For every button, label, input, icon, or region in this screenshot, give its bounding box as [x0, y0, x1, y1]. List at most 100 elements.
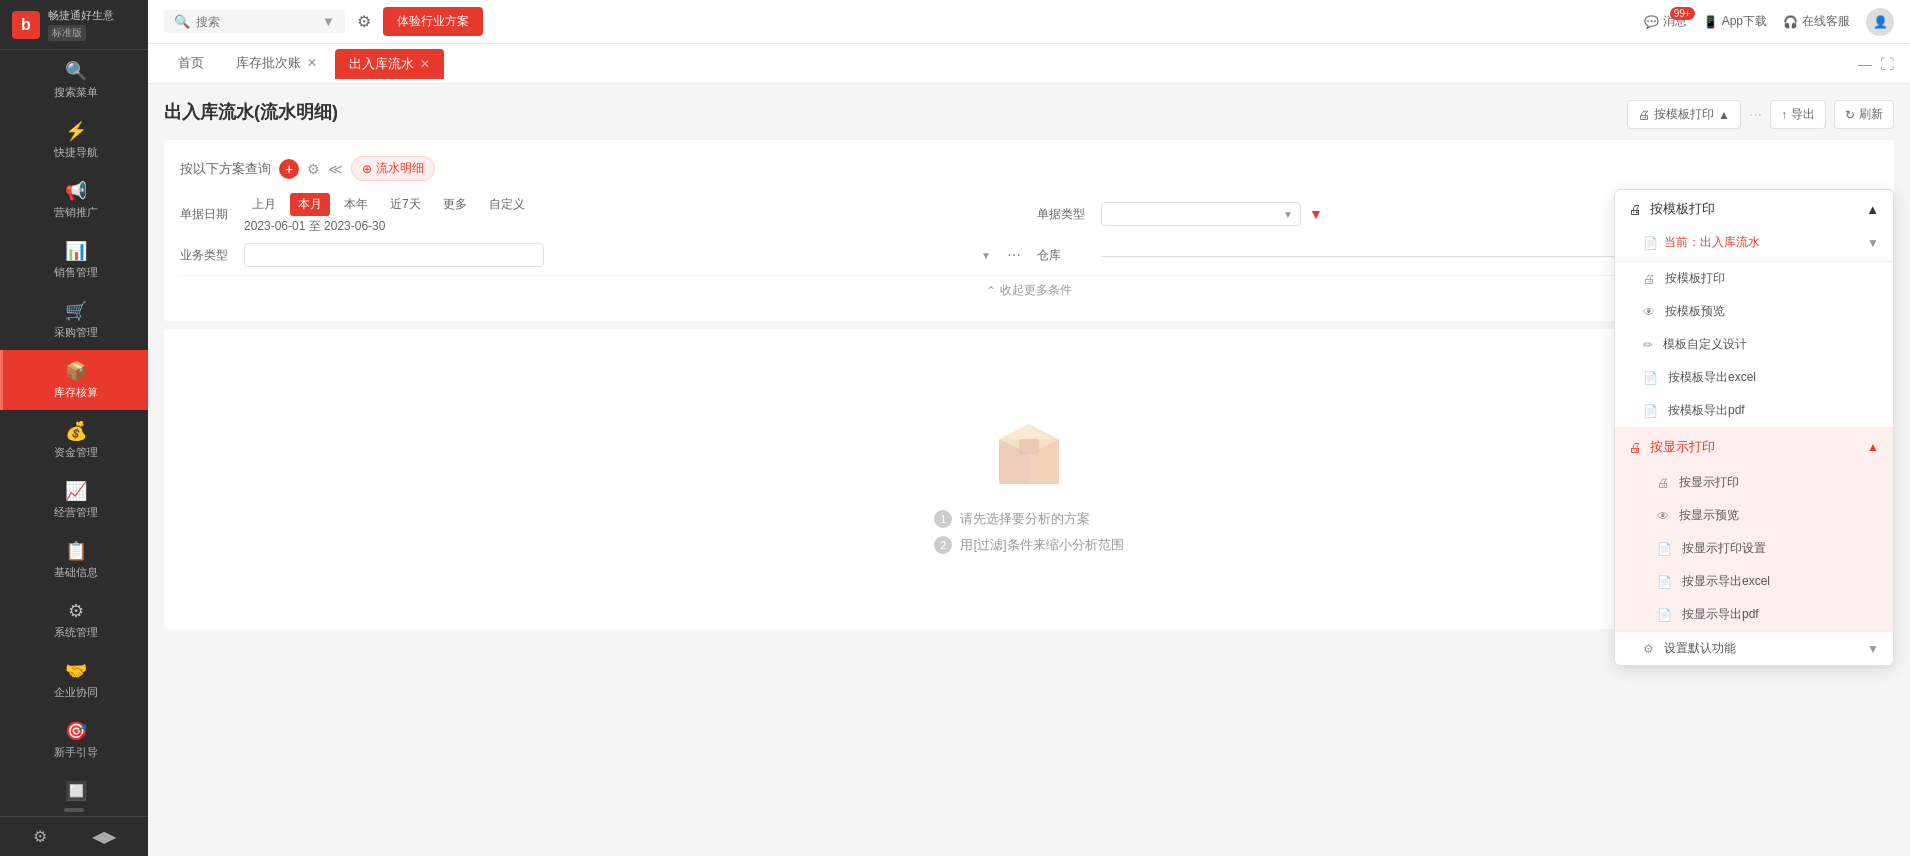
biz-label: 业务类型 [180, 247, 236, 264]
operations-icon: 📈 [65, 480, 87, 502]
dropdown-item-template-custom[interactable]: ✏ 模板自定义设计 [1615, 328, 1893, 361]
sidebar-item-basic[interactable]: 📋 基础信息 [0, 530, 148, 590]
sidebar-item-shortcut[interactable]: ⚡ 快捷导航 [0, 110, 148, 170]
dropdown-item-display-print[interactable]: 🖨 按显示打印 [1615, 466, 1893, 499]
dropdown-item-template-print[interactable]: 🖨 按模板打印 [1615, 262, 1893, 295]
sidebar-nav: 🔍 搜索菜单 ⚡ 快捷导航 📢 营销推广 📊 销售管理 🛒 采购管理 📦 [0, 50, 148, 804]
tab-minimize-icon[interactable]: — [1858, 56, 1872, 72]
tab-batch-close[interactable]: ✕ [307, 56, 317, 70]
display-print-icon: 🖨 [1657, 476, 1669, 490]
date-last-month-btn[interactable]: 上月 [244, 193, 284, 216]
page-actions: 🖨 按模板打印 ▲ ⋯ ↑ 导出 ↻ 刷新 [1627, 100, 1894, 129]
system-icon: ⚙ [68, 600, 84, 622]
sidebar-item-guide[interactable]: 🎯 新手引导 [0, 710, 148, 770]
app-version: 标准版 [48, 25, 86, 41]
sidebar-item-purchase[interactable]: 🛒 采购管理 [0, 290, 148, 350]
type-select-wrap[interactable] [1101, 202, 1301, 226]
main-area: 🔍 ▼ ⚙ 体验行业方案 💬 消息 99+ 📱 App下载 🎧 [148, 0, 1910, 856]
filter-add-btn[interactable]: + [279, 159, 299, 179]
more-icon[interactable]: ⋯ [1749, 107, 1762, 122]
tab-flow-close[interactable]: ✕ [420, 57, 430, 71]
sidebar-item-marketing[interactable]: 📢 营销推广 [0, 170, 148, 230]
inventory-icon: 📦 [65, 360, 87, 382]
sidebar-item-label: 采购管理 [54, 325, 98, 340]
refresh-btn[interactable]: ↻ 刷新 [1834, 100, 1894, 129]
tab-flow[interactable]: 出入库流水 ✕ [335, 49, 444, 79]
dropdown-item-display-excel[interactable]: 📄 按显示导出excel [1615, 565, 1893, 598]
date-custom-btn[interactable]: 自定义 [481, 193, 533, 216]
download-icon: 📱 [1703, 15, 1718, 29]
user-avatar[interactable]: 👤 [1866, 8, 1894, 36]
date-this-month-btn[interactable]: 本月 [290, 193, 330, 216]
dropdown-item-template-preview[interactable]: 👁 按模板预览 [1615, 295, 1893, 328]
dropdown-item-display-print-settings[interactable]: 📄 按显示打印设置 [1615, 532, 1893, 565]
export-btn[interactable]: ↑ 导出 [1770, 100, 1826, 129]
marketing-icon: 📢 [65, 180, 87, 202]
tab-bar: 首页 库存批次账 ✕ 出入库流水 ✕ — ⛶ [148, 44, 1910, 84]
sidebar-item-label: 库存核算 [54, 385, 98, 400]
hint-num-2: 2 [934, 536, 952, 554]
tab-home[interactable]: 首页 [164, 48, 218, 80]
tab-batch[interactable]: 库存批次账 ✕ [222, 48, 331, 80]
filter-settings-icon[interactable]: ⚙ [307, 161, 320, 177]
default-func-icon: ⚙ [1643, 642, 1654, 656]
search-input[interactable] [196, 15, 316, 29]
sidebar-item-collab[interactable]: 🤝 企业协同 [0, 650, 148, 710]
date-this-year-btn[interactable]: 本年 [336, 193, 376, 216]
sidebar-item-label: 快捷导航 [54, 145, 98, 160]
header-settings-icon[interactable]: ⚙ [357, 12, 371, 31]
dropdown-display-header[interactable]: 🖨 按显示打印 ▲ [1615, 428, 1893, 466]
type-dropdown-icon[interactable]: ▼ [1309, 206, 1323, 222]
sidebar-item-search[interactable]: 🔍 搜索菜单 [0, 50, 148, 110]
trial-button[interactable]: 体验行业方案 [383, 7, 483, 36]
app-download-btn[interactable]: 📱 App下载 [1703, 13, 1767, 30]
search-bar[interactable]: 🔍 ▼ [164, 10, 345, 33]
print-template-btn[interactable]: 🖨 按模板打印 ▲ [1627, 100, 1741, 129]
warehouse-label: 仓库 [1037, 247, 1093, 264]
biz-select[interactable] [244, 243, 544, 267]
filter-collapse-icon[interactable]: ≪ [328, 161, 343, 177]
date-filter: 单据日期 上月 本月 本年 近7天 更多 自定义 2023-06-01 至 20… [180, 193, 1021, 235]
sidebar-settings-btn[interactable]: ⚙ [33, 827, 47, 846]
online-service-btn[interactable]: 🎧 在线客服 [1783, 13, 1850, 30]
refresh-icon: ↻ [1845, 108, 1855, 122]
date-7days-btn[interactable]: 近7天 [382, 193, 429, 216]
dropdown-item-template-excel[interactable]: 📄 按模板导出excel [1615, 361, 1893, 394]
dropdown-header-section: 🖨 按模板打印 ▲ 📄 当前：出入库流水 ▼ [1615, 190, 1893, 262]
type-select[interactable] [1101, 202, 1301, 226]
collab-icon: 🤝 [65, 660, 87, 682]
sidebar-item-apps[interactable]: 🔲 应用中心 [0, 770, 148, 804]
item-pdf-icon: 📄 [1643, 404, 1658, 418]
dropdown-item-display-preview[interactable]: 👁 按显示预览 [1615, 499, 1893, 532]
sidebar-item-system[interactable]: ⚙ 系统管理 [0, 590, 148, 650]
expand-icon: ▲ [1718, 108, 1730, 122]
message-btn[interactable]: 💬 消息 99+ [1644, 13, 1687, 30]
sidebar-item-finance[interactable]: 💰 资金管理 [0, 410, 148, 470]
dropdown-current-arrow[interactable]: ▼ [1867, 236, 1879, 250]
dropdown-close-arrow[interactable]: ▲ [1866, 202, 1879, 217]
message-icon: 💬 [1644, 15, 1659, 29]
filter-header: 按以下方案查询 + ⚙ ≪ ⊕ 流水明细 [180, 156, 1878, 181]
sidebar-item-inventory[interactable]: 📦 库存核算 [0, 350, 148, 410]
basic-icon: 📋 [65, 540, 87, 562]
sidebar-item-label: 搜索菜单 [54, 85, 98, 100]
collapse-label: 收起更多条件 [1000, 282, 1072, 299]
biz-more-icon[interactable]: ⋯ [1007, 247, 1021, 263]
dropdown-item-default-func[interactable]: ⚙ 设置默认功能 ▼ [1615, 632, 1893, 665]
search-icon: 🔍 [65, 60, 87, 82]
tab-maximize-icon[interactable]: ⛶ [1880, 56, 1894, 72]
item-label: 按模板预览 [1665, 303, 1725, 320]
dropdown-item-template-pdf[interactable]: 📄 按模板导出pdf [1615, 394, 1893, 427]
display-excel-label: 按显示导出excel [1682, 573, 1770, 590]
biz-select-wrap[interactable] [244, 243, 999, 267]
refresh-label: 刷新 [1859, 106, 1883, 123]
dropdown-title-row: 🖨 按模板打印 ▲ [1615, 190, 1893, 228]
sidebar-item-sales[interactable]: 📊 销售管理 [0, 230, 148, 290]
sidebar-collapse-btn[interactable]: ◀▶ [92, 827, 116, 846]
sidebar-item-operations[interactable]: 📈 经营管理 [0, 470, 148, 530]
date-more-btn[interactable]: 更多 [435, 193, 475, 216]
display-section-arrow[interactable]: ▲ [1867, 440, 1879, 454]
dropdown-default-section: ⚙ 设置默认功能 ▼ [1615, 632, 1893, 665]
dropdown-item-display-pdf[interactable]: 📄 按显示导出pdf [1615, 598, 1893, 631]
display-preview-label: 按显示预览 [1679, 507, 1739, 524]
